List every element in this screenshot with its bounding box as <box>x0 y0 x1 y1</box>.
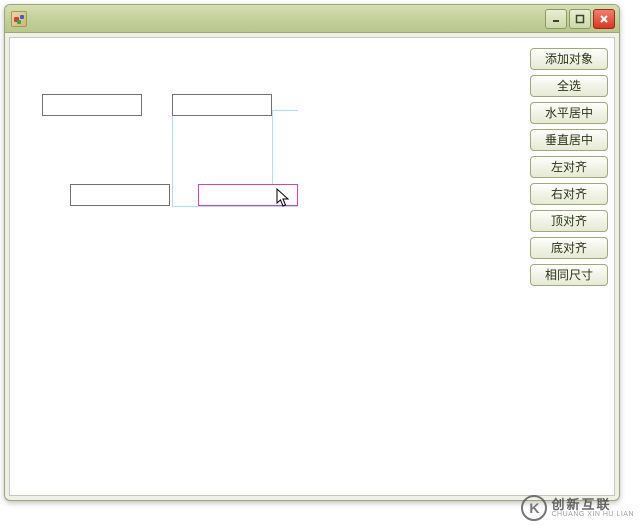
watermark-cn: 创新互联 <box>551 498 634 511</box>
watermark-en: CHUANG XIN HU LIAN <box>551 511 634 518</box>
close-button[interactable] <box>593 9 615 29</box>
client-area: 添加对象 全选 水平居中 垂直居中 左对齐 右对齐 顶对齐 底对齐 相同尺寸 <box>9 37 615 496</box>
canvas-object-selected[interactable] <box>198 184 298 206</box>
app-window: 添加对象 全选 水平居中 垂直居中 左对齐 右对齐 顶对齐 底对齐 相同尺寸 <box>4 4 620 501</box>
titlebar[interactable] <box>5 5 619 33</box>
align-left-button[interactable]: 左对齐 <box>530 156 608 178</box>
minimize-button[interactable] <box>545 9 567 29</box>
window-buttons <box>545 9 615 29</box>
align-top-button[interactable]: 顶对齐 <box>530 210 608 232</box>
canvas-object[interactable] <box>42 94 142 116</box>
maximize-button[interactable] <box>569 9 591 29</box>
guide-vertical <box>172 110 173 206</box>
align-bottom-button[interactable]: 底对齐 <box>530 237 608 259</box>
canvas-object[interactable] <box>70 184 170 206</box>
app-icon[interactable] <box>11 11 27 27</box>
same-size-button[interactable]: 相同尺寸 <box>530 264 608 286</box>
watermark-text: 创新互联 CHUANG XIN HU LIAN <box>551 498 634 518</box>
v-center-button[interactable]: 垂直居中 <box>530 129 608 151</box>
h-center-button[interactable]: 水平居中 <box>530 102 608 124</box>
watermark: K 创新互联 CHUANG XIN HU LIAN <box>521 495 634 521</box>
guide-horizontal <box>172 206 298 207</box>
design-canvas[interactable] <box>10 38 526 495</box>
add-object-button[interactable]: 添加对象 <box>530 48 608 70</box>
select-all-button[interactable]: 全选 <box>530 75 608 97</box>
button-panel: 添加对象 全选 水平居中 垂直居中 左对齐 右对齐 顶对齐 底对齐 相同尺寸 <box>530 48 608 286</box>
canvas-object[interactable] <box>172 94 272 116</box>
watermark-logo-icon: K <box>521 495 547 521</box>
align-right-button[interactable]: 右对齐 <box>530 183 608 205</box>
